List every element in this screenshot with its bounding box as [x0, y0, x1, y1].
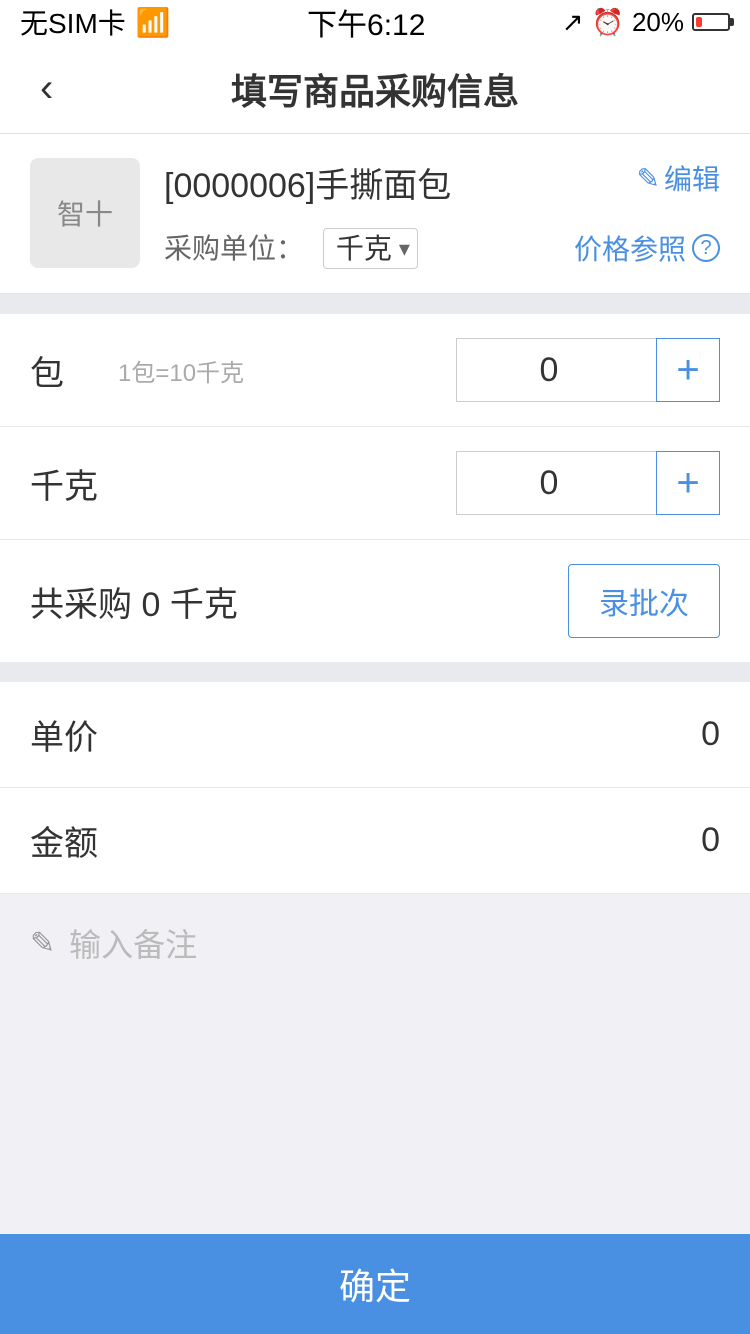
bag-qty-input[interactable]	[456, 338, 656, 402]
product-card: 智十 [0000006]手撕面包 ✎ 编辑 采购单位： 千克 价格参照 ?	[0, 134, 750, 294]
status-right: ↗ ⏰ 20%	[562, 7, 730, 38]
product-thumbnail: 智十	[30, 158, 140, 268]
help-icon: ?	[692, 234, 720, 262]
back-button[interactable]: ‹	[30, 56, 63, 121]
kg-plus-button[interactable]: +	[656, 451, 720, 515]
quantity-input-section: 包 1包=10千克 + 千克 + 共采购 0 千克 录批次	[0, 314, 750, 662]
edit-button[interactable]: ✎ 编辑	[637, 158, 720, 198]
product-name-row: [0000006]手撕面包 ✎ 编辑	[164, 158, 720, 207]
wifi-icon: 📶	[136, 6, 171, 39]
summary-row: 共采购 0 千克 录批次	[0, 540, 750, 662]
page-title: 填写商品采购信息	[231, 63, 519, 115]
bag-plus-button[interactable]: +	[656, 338, 720, 402]
amount-label: 金额	[30, 816, 701, 865]
amount-row: 金额 0	[0, 788, 750, 894]
edit-icon: ✎	[637, 162, 660, 195]
price-ref-label: 价格参照	[574, 228, 686, 268]
unit-label: 采购单位：	[164, 233, 304, 264]
status-left: 无SIM卡 📶	[20, 2, 171, 42]
kg-qty-input[interactable]	[456, 451, 656, 515]
battery-percent: 20%	[632, 7, 684, 38]
batch-button[interactable]: 录批次	[568, 564, 720, 638]
unit-row: 采购单位： 千克 价格参照 ?	[164, 227, 720, 269]
bag-sub-label: 1包=10千克	[118, 353, 244, 388]
kg-input-row: 千克 +	[0, 427, 750, 540]
unit-label-area: 采购单位： 千克	[164, 227, 418, 269]
section-divider-2	[0, 662, 750, 682]
status-bar: 无SIM卡 📶 下午6:12 ↗ ⏰ 20%	[0, 0, 750, 44]
remark-placeholder: 输入备注	[69, 920, 197, 966]
unit-price-label: 单价	[30, 710, 701, 759]
summary-qty: 0	[141, 586, 160, 624]
battery-icon	[692, 13, 730, 31]
alarm-icon: ⏰	[592, 7, 624, 38]
unit-select-wrapper[interactable]: 千克	[313, 228, 418, 269]
amount-value: 0	[701, 821, 720, 860]
remark-section[interactable]: ✎ 输入备注	[0, 894, 750, 992]
product-name: [0000006]手撕面包	[164, 158, 451, 207]
section-divider-1	[0, 294, 750, 314]
unit-price-row: 单价 0	[0, 682, 750, 788]
unit-select[interactable]: 千克	[323, 228, 418, 269]
bag-input-row: 包 1包=10千克 +	[0, 314, 750, 427]
kg-label: 千克	[30, 459, 110, 508]
carrier-text: 无SIM卡	[20, 2, 126, 42]
price-ref-button[interactable]: 价格参照 ?	[574, 228, 720, 268]
bag-qty-wrapper: +	[456, 338, 720, 402]
product-info: [0000006]手撕面包 ✎ 编辑 采购单位： 千克 价格参照 ?	[164, 158, 720, 269]
unit-price-value: 0	[701, 715, 720, 754]
location-icon: ↗	[562, 7, 584, 38]
remark-icon: ✎	[30, 926, 55, 961]
price-section: 单价 0 金额 0	[0, 682, 750, 894]
kg-qty-wrapper: +	[456, 451, 720, 515]
bag-label: 包	[30, 346, 110, 395]
confirm-button-label: 确定	[339, 1258, 411, 1310]
confirm-bar[interactable]: 确定	[0, 1234, 750, 1334]
summary-text: 共采购 0 千克	[30, 577, 568, 626]
status-time: 下午6:12	[307, 0, 425, 44]
nav-bar: ‹ 填写商品采购信息	[0, 44, 750, 134]
